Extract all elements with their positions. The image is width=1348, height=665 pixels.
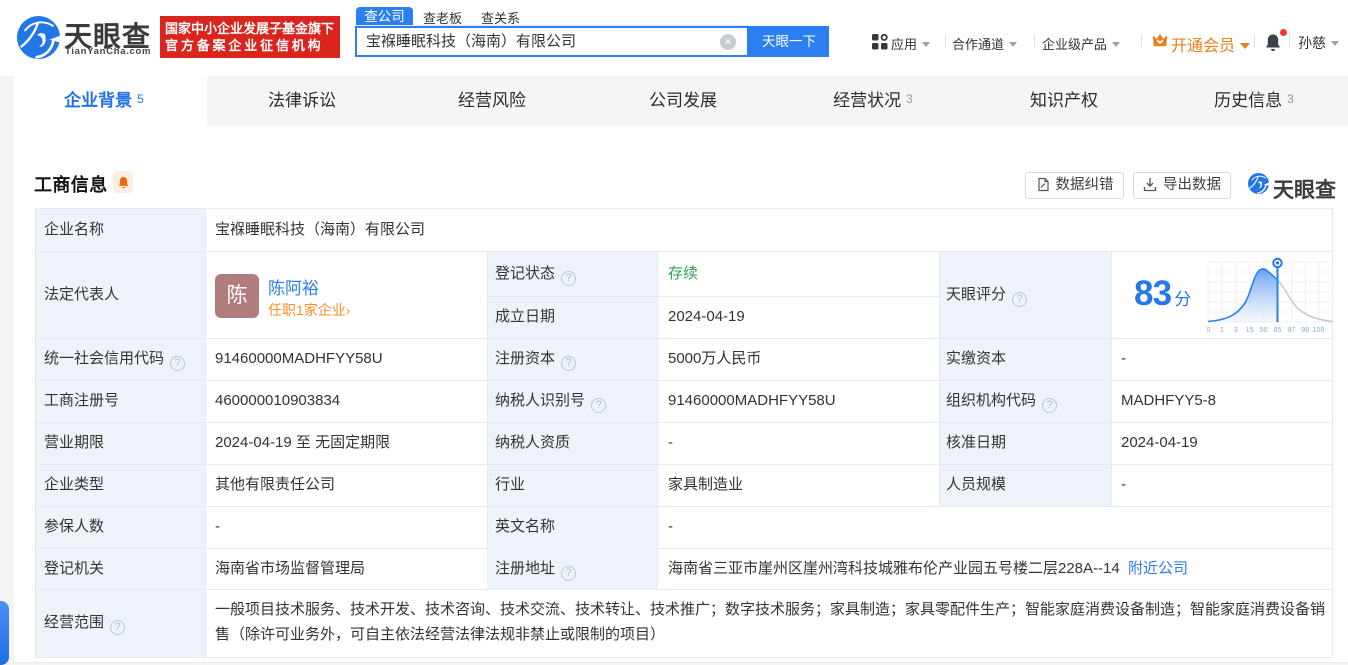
svg-text:1: 1	[1220, 327, 1224, 334]
svg-text:85: 85	[1274, 327, 1282, 334]
svg-text:15: 15	[1246, 327, 1254, 334]
svg-text:97: 97	[1288, 327, 1296, 334]
svg-text:100: 100	[1313, 327, 1325, 334]
svg-text:99: 99	[1301, 327, 1309, 334]
svg-text:3: 3	[1234, 327, 1238, 334]
svg-text:0: 0	[1207, 327, 1211, 334]
svg-text:50: 50	[1260, 327, 1268, 334]
